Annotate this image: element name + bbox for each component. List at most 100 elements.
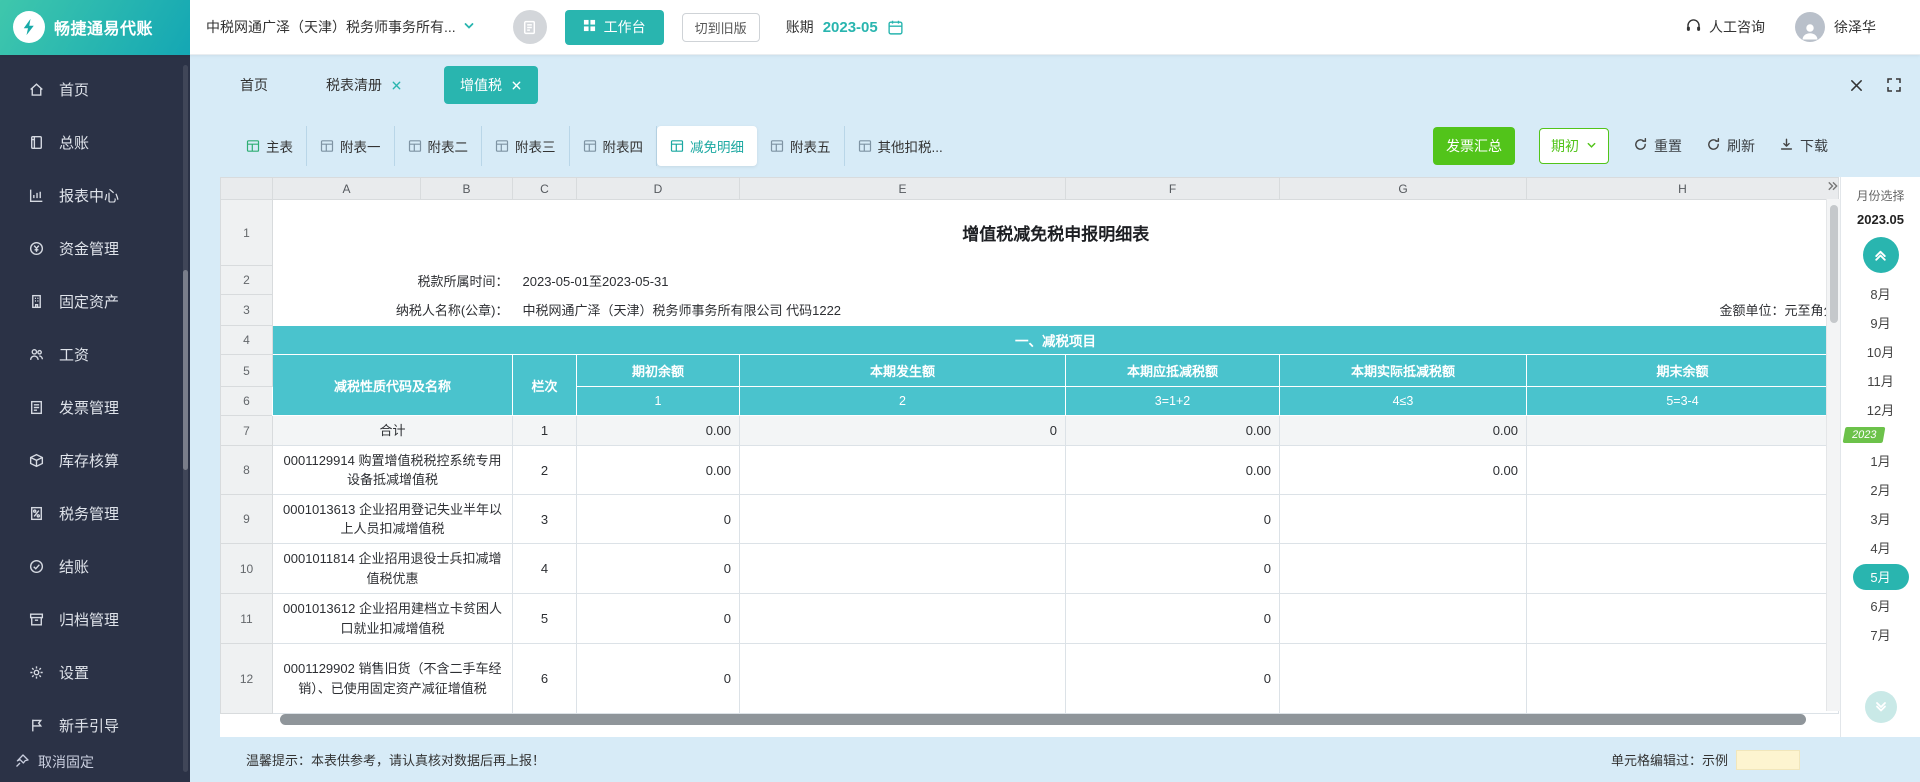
month-item[interactable]: 6月: [1841, 591, 1920, 620]
cell-end-balance[interactable]: [1526, 593, 1839, 644]
cell-actual-deducted[interactable]: 0.00: [1279, 445, 1527, 495]
column-header-e[interactable]: E: [739, 177, 1066, 200]
sidebar-item-home[interactable]: 首页: [0, 63, 190, 116]
fullscreen-icon[interactable]: [1886, 77, 1902, 93]
cell-current-amount[interactable]: 0: [739, 415, 1066, 446]
cell-name[interactable]: 0001129914 购置增值税税控系统专用设备抵减增值税: [272, 445, 513, 495]
row-number[interactable]: 9: [220, 494, 273, 544]
invoice-summary-button[interactable]: 发票汇总: [1433, 127, 1515, 165]
sheet-tab-reduction-detail[interactable]: 减免明细: [657, 126, 757, 166]
sheet-corner[interactable]: [220, 177, 273, 200]
notice-icon[interactable]: [512, 10, 547, 44]
cell-end-balance[interactable]: [1526, 415, 1839, 446]
scroll-months-up-button[interactable]: [1862, 237, 1899, 273]
cell-actual-deducted[interactable]: [1279, 543, 1527, 594]
month-item[interactable]: 4月: [1841, 533, 1920, 562]
cell-deductible[interactable]: 0.00: [1065, 445, 1280, 495]
sidebar-item-fixed-assets[interactable]: 固定资产: [0, 275, 190, 328]
cell-begin-balance[interactable]: 0.00: [576, 445, 740, 495]
sidebar-item-general-ledger[interactable]: 总账: [0, 116, 190, 169]
row-number[interactable]: 6: [220, 386, 273, 416]
month-item[interactable]: 12月: [1841, 395, 1920, 424]
row-number[interactable]: 1: [220, 199, 273, 266]
tab-home[interactable]: 首页: [224, 66, 284, 104]
cell-name[interactable]: 0001129902 销售旧货（不含二手车经销）、已使用固定资产减征增值税: [272, 643, 513, 714]
month-item[interactable]: 3月: [1841, 504, 1920, 533]
cell-end-balance[interactable]: [1526, 494, 1839, 544]
period-range-label[interactable]: 税款所属时间：: [273, 266, 513, 295]
cell-end-balance[interactable]: [1526, 445, 1839, 495]
cell-deductible[interactable]: 0.00: [1065, 415, 1280, 446]
scroll-months-down-button[interactable]: [1864, 691, 1897, 723]
cell-current-amount[interactable]: [739, 543, 1066, 594]
row-number[interactable]: 12: [220, 643, 273, 714]
cell-actual-deducted[interactable]: 0.00: [1279, 415, 1527, 446]
taxpayer-value[interactable]: 中税网通广泽（天津）税务师事务所有限公司 代码1222: [513, 295, 1527, 326]
cell-name[interactable]: 0001013613 企业招用登记失业半年以上人员扣减增值税: [272, 494, 513, 544]
cell-lane[interactable]: 2: [512, 445, 577, 495]
cell-name[interactable]: 0001013612 企业招用建档立卡贫困人口就业扣减增值税: [272, 593, 513, 644]
period-value[interactable]: 2023-05: [823, 19, 878, 36]
column-header-g[interactable]: G: [1279, 177, 1527, 200]
period-range-value[interactable]: 2023-05-01至2023-05-31: [513, 266, 1066, 295]
sidebar-item-guide[interactable]: 新手引导: [0, 699, 190, 752]
cell-lane[interactable]: 5: [512, 593, 577, 644]
cell-current-amount[interactable]: [739, 643, 1066, 714]
month-item[interactable]: 8月: [1841, 279, 1920, 308]
calendar-icon[interactable]: [887, 19, 904, 36]
cell-lane[interactable]: 4: [512, 543, 577, 594]
tab-tax-register[interactable]: 税表清册: [310, 66, 418, 104]
sheet-tab-appendix3[interactable]: 附表三: [482, 126, 570, 166]
vertical-scrollbar-thumb[interactable]: [1830, 205, 1838, 323]
taxpayer-label[interactable]: 纳税人名称(公章)：: [273, 295, 513, 326]
sidebar-item-salary[interactable]: 工资: [0, 328, 190, 381]
refresh-button[interactable]: 刷新: [1706, 136, 1755, 156]
cell-end-balance[interactable]: [1526, 543, 1839, 594]
cell-begin-balance[interactable]: 0: [576, 593, 740, 644]
opening-balance-dropdown[interactable]: 期初: [1539, 128, 1609, 164]
row-number[interactable]: 7: [220, 415, 273, 446]
row-number[interactable]: 8: [220, 445, 273, 495]
close-all-icon[interactable]: [1849, 78, 1864, 93]
sidebar-item-settings[interactable]: 设置: [0, 646, 190, 699]
column-header-a[interactable]: A: [272, 177, 421, 200]
horizontal-scrollbar-thumb[interactable]: [280, 714, 1806, 725]
row-number[interactable]: 5: [220, 354, 273, 387]
support-link[interactable]: 人工咨询: [1685, 17, 1765, 37]
unpin-sidebar-button[interactable]: 取消固定: [14, 752, 94, 772]
sidebar-scrollbar-thumb[interactable]: [183, 270, 188, 470]
month-item[interactable]: 11月: [1841, 366, 1920, 395]
row-number[interactable]: 3: [220, 294, 273, 326]
cell-deductible[interactable]: 0: [1065, 543, 1280, 594]
sidebar-item-invoice[interactable]: 发票管理: [0, 381, 190, 434]
month-item[interactable]: 10月: [1841, 337, 1920, 366]
month-item[interactable]: 2月: [1841, 475, 1920, 504]
column-header-c[interactable]: C: [512, 177, 577, 200]
cell-current-amount[interactable]: [739, 494, 1066, 544]
expand-right-icon[interactable]: [1826, 180, 1839, 198]
close-tab-icon[interactable]: [511, 80, 522, 91]
cell-deductible[interactable]: 0: [1065, 643, 1280, 714]
sidebar-item-funds[interactable]: 资金管理: [0, 222, 190, 275]
workbench-button[interactable]: 工作台: [564, 9, 664, 45]
sidebar-item-tax[interactable]: 税务管理: [0, 487, 190, 540]
close-tab-icon[interactable]: [391, 80, 402, 91]
sheet-tab-appendix5[interactable]: 附表五: [757, 126, 845, 166]
cell-actual-deducted[interactable]: [1279, 494, 1527, 544]
unit-note[interactable]: 金额单位：元至角分: [1527, 295, 1839, 326]
download-button[interactable]: 下载: [1779, 136, 1828, 156]
cell-current-amount[interactable]: [739, 445, 1066, 495]
row-number[interactable]: 11: [220, 593, 273, 644]
cell-name[interactable]: 合计: [272, 415, 513, 446]
cell-begin-balance[interactable]: 0: [576, 494, 740, 544]
cell-begin-balance[interactable]: 0.00: [576, 415, 740, 446]
sidebar-item-archive[interactable]: 归档管理: [0, 593, 190, 646]
cell-deductible[interactable]: 0: [1065, 593, 1280, 644]
cell-lane[interactable]: 6: [512, 643, 577, 714]
cell-deductible[interactable]: 0: [1065, 494, 1280, 544]
cell-name[interactable]: 0001011814 企业招用退役士兵扣减增值税优惠: [272, 543, 513, 594]
cell-begin-balance[interactable]: 0: [576, 643, 740, 714]
sidebar-item-inventory[interactable]: 库存核算: [0, 434, 190, 487]
column-header-d[interactable]: D: [576, 177, 740, 200]
reset-button[interactable]: 重置: [1633, 136, 1682, 156]
